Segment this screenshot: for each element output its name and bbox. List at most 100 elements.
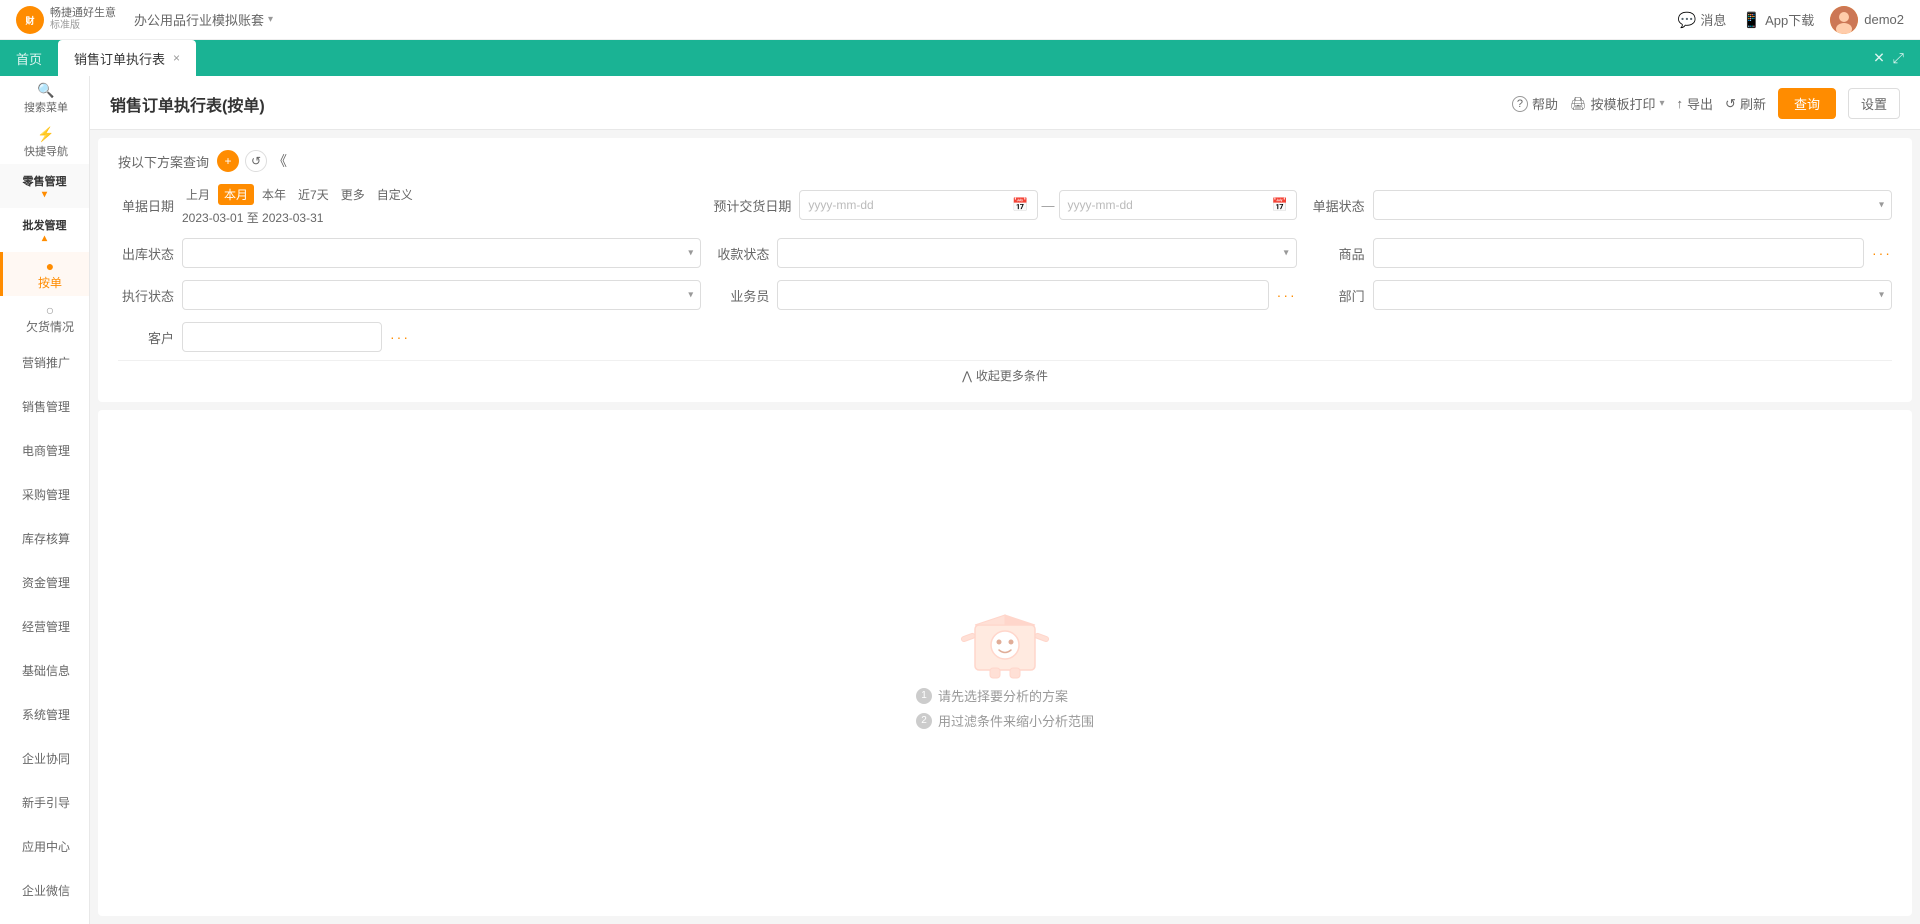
debt-circle-icon: ○ (46, 302, 54, 318)
sidebar-item-order[interactable]: ● 按单 (0, 252, 89, 296)
collapse-scheme-button[interactable]: 《 (273, 151, 287, 171)
search-menu-icon: 🔍 (37, 82, 54, 99)
sidebar-quick-nav[interactable]: ⚡ 快捷导航 (0, 120, 89, 164)
search-button[interactable]: 查询 (1778, 88, 1836, 119)
sidebar-search-menu[interactable]: 🔍 搜索菜单 (0, 76, 89, 120)
template-print-button[interactable]: 🖨 按模板打印 ▾ (1570, 94, 1665, 113)
settings-button[interactable]: 设置 (1848, 88, 1900, 119)
product-more-button[interactable]: ··· (1872, 245, 1892, 261)
sidebar-item-system[interactable]: 系统管理 (0, 692, 89, 736)
expand-window-icon[interactable]: ⤢ (1893, 50, 1904, 67)
app-download-action[interactable]: 📱 App下载 (1742, 10, 1814, 29)
close-window-icon[interactable]: ✕ (1873, 50, 1885, 67)
sidebar-item-member[interactable]: 畅会员 (0, 912, 89, 924)
tab-bar-actions: ✕ ⤢ (1873, 50, 1904, 67)
empty-state: 1 请先选择要分析的方案 2 用过滤条件来缩小分析范围 (98, 410, 1912, 916)
scheme-actions: + ↺ 《 (217, 150, 287, 172)
expected-date-label: 预计交货日期 (713, 196, 791, 215)
wholesale-arrow-icon: ▴ (42, 233, 47, 244)
product-label: 商品 (1309, 244, 1365, 263)
filter-row-1: 单据日期 上月 本月 本年 近7天 更多 自定义 2023-03-01 至 20… (118, 184, 1892, 226)
sidebar-item-finance[interactable]: 资金管理 (0, 560, 89, 604)
ship-status-label: 出库状态 (118, 244, 174, 263)
sidebar-item-purchase[interactable]: 采购管理 (0, 472, 89, 516)
date-label: 单据日期 (118, 196, 174, 215)
sidebar-item-inventory[interactable]: 库存核算 (0, 516, 89, 560)
dept-select[interactable] (1373, 280, 1892, 310)
salesman-more-button[interactable]: ··· (1277, 287, 1297, 303)
expected-date-end-input[interactable]: yyyy-mm-dd 📅 (1059, 190, 1297, 220)
refresh-scheme-button[interactable]: ↺ (245, 150, 267, 172)
tip-text-1: 请先选择要分析的方案 (938, 686, 1068, 705)
svg-text:财: 财 (24, 15, 34, 26)
status-field: 单据状态 ▾ (1309, 190, 1892, 220)
company-name: 办公用品行业模拟账套 (134, 10, 264, 29)
expected-date-start-input[interactable]: yyyy-mm-dd 📅 (799, 190, 1037, 220)
sidebar-item-enterprise[interactable]: 企业协同 (0, 736, 89, 780)
tip-num-2: 2 (916, 713, 932, 729)
header-right: 💬 消息 📱 App下载 demo2 (1678, 6, 1904, 34)
btn-this-month[interactable]: 本月 (218, 184, 254, 205)
collapse-more-button[interactable]: ⋀ 收起更多条件 (118, 360, 1892, 390)
sidebar-item-sales[interactable]: 销售管理 (0, 384, 89, 428)
sidebar-item-apps[interactable]: 应用中心 (0, 824, 89, 868)
tip-num-1: 1 (916, 688, 932, 704)
tab-sales-order[interactable]: 销售订单执行表 × (58, 40, 196, 76)
sidebar: 🔍 搜索菜单 ⚡ 快捷导航 零售管理 ▾ 批发管理 ▴ ● 按单 ○ 欠货情况 … (0, 76, 90, 924)
sidebar-item-operations[interactable]: 经营管理 (0, 604, 89, 648)
customer-input[interactable] (182, 322, 382, 352)
customer-field: 客户 ··· (118, 322, 410, 352)
message-label: 消息 (1700, 10, 1726, 29)
date-range-display: 2023-03-01 至 2023-03-31 (182, 209, 701, 226)
ship-status-select[interactable] (182, 238, 701, 268)
filter-row-3: 执行状态 ▾ 业务员 ··· 部门 (118, 280, 1892, 310)
tab-close-icon[interactable]: × (173, 51, 180, 65)
order-circle-icon: ● (46, 258, 54, 274)
user-area[interactable]: demo2 (1830, 6, 1904, 34)
product-field: 商品 ··· (1309, 238, 1892, 268)
sidebar-item-basic[interactable]: 基础信息 (0, 648, 89, 692)
collect-status-select-wrapper: ▾ (777, 238, 1296, 268)
btn-this-year[interactable]: 本年 (258, 184, 290, 205)
btn-custom[interactable]: 自定义 (373, 184, 417, 205)
tab-sales-label: 销售订单执行表 (74, 49, 165, 68)
sidebar-item-newuser[interactable]: 新手引导 (0, 780, 89, 824)
date-field: 单据日期 上月 本月 本年 近7天 更多 自定义 2023-03-01 至 20… (118, 184, 701, 226)
sidebar-item-wechat[interactable]: 企业微信 (0, 868, 89, 912)
salesman-label: 业务员 (713, 286, 769, 305)
sidebar-item-ecommerce[interactable]: 电商管理 (0, 428, 89, 472)
logo-icon: 财 (16, 6, 44, 34)
salesman-field: 业务员 ··· (713, 280, 1296, 310)
message-action[interactable]: 💬 消息 (1678, 10, 1727, 29)
ship-status-select-wrapper: ▾ (182, 238, 701, 268)
export-button[interactable]: ↑ 导出 (1677, 94, 1714, 113)
exec-status-label: 执行状态 (118, 286, 174, 305)
tab-home[interactable]: 首页 (0, 40, 58, 76)
main-layout: 🔍 搜索菜单 ⚡ 快捷导航 零售管理 ▾ 批发管理 ▴ ● 按单 ○ 欠货情况 … (0, 76, 1920, 924)
status-label: 单据状态 (1309, 196, 1365, 215)
salesman-input[interactable] (777, 280, 1268, 310)
customer-more-button[interactable]: ··· (390, 329, 410, 345)
help-button[interactable]: ? 帮助 (1512, 94, 1558, 113)
exec-status-select[interactable] (182, 280, 701, 310)
export-icon: ↑ (1677, 96, 1684, 111)
status-select[interactable] (1373, 190, 1892, 220)
collect-status-select[interactable] (777, 238, 1296, 268)
btn-last-month[interactable]: 上月 (182, 184, 214, 205)
add-scheme-button[interactable]: + (217, 150, 239, 172)
btn-more[interactable]: 更多 (337, 184, 369, 205)
help-icon: ? (1512, 96, 1528, 112)
date-quick-buttons: 上月 本月 本年 近7天 更多 自定义 (182, 184, 701, 205)
btn-last-7-days[interactable]: 近7天 (294, 184, 333, 205)
refresh-button[interactable]: ↺ 刷新 (1725, 94, 1766, 113)
sidebar-item-marketing[interactable]: 营销推广 (0, 340, 89, 384)
company-selector[interactable]: 办公用品行业模拟账套 ▾ (126, 6, 281, 33)
app-icon: 📱 (1742, 11, 1761, 29)
scheme-label: 按以下方案查询 (118, 152, 209, 171)
sidebar-item-wholesale[interactable]: 批发管理 ▴ (0, 208, 89, 252)
page-header: 销售订单执行表(按单) ? 帮助 🖨 按模板打印 ▾ ↑ 导出 ↺ 刷新 (90, 76, 1920, 130)
quick-nav-icon: ⚡ (37, 126, 54, 143)
sidebar-item-retail[interactable]: 零售管理 ▾ (0, 164, 89, 208)
sidebar-item-debt[interactable]: ○ 欠货情况 (0, 296, 89, 340)
product-input[interactable] (1373, 238, 1864, 268)
